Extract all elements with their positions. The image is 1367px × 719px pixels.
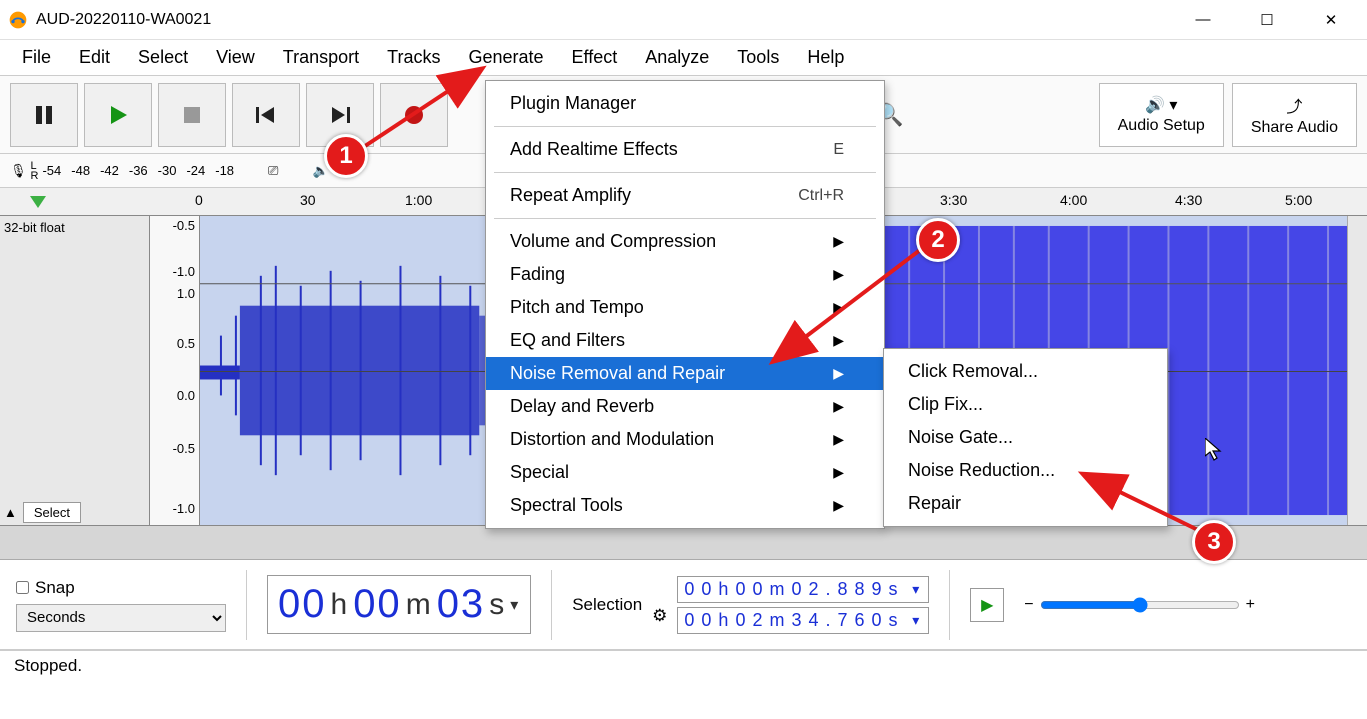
- effect-menu-dropdown: Plugin Manager Add Realtime EffectsE Rep…: [485, 80, 885, 529]
- menu-bar: File Edit Select View Transport Tracks G…: [0, 40, 1367, 76]
- menu-add-realtime[interactable]: Add Realtime EffectsE: [486, 133, 884, 166]
- app-logo-icon: [8, 10, 28, 30]
- menu-file[interactable]: File: [10, 43, 63, 72]
- submenu-repair[interactable]: Repair: [884, 487, 1167, 520]
- title-bar: AUD-20220110-WA0021 — ☐ ✕: [0, 0, 1367, 40]
- vertical-scrollbar[interactable]: [1347, 216, 1367, 525]
- menu-eq-filters[interactable]: EQ and Filters▶: [486, 324, 884, 357]
- share-audio-button[interactable]: ⤴ Share Audio: [1232, 83, 1357, 147]
- amplitude-scale: -0.5 -1.0 1.0 0.5 0.0 -0.5 -1.0: [150, 216, 200, 525]
- minimize-button[interactable]: —: [1183, 11, 1223, 29]
- menu-view[interactable]: View: [204, 43, 267, 72]
- menu-effect[interactable]: Effect: [560, 43, 630, 72]
- track-format: 32-bit float: [4, 220, 145, 235]
- menu-select[interactable]: Select: [126, 43, 200, 72]
- menu-help[interactable]: Help: [795, 43, 856, 72]
- gear-icon[interactable]: ⚙: [652, 606, 667, 626]
- annotation-3: 3: [1192, 520, 1236, 564]
- selection-label: Selection: [572, 595, 642, 615]
- menu-repeat-last[interactable]: Repeat AmplifyCtrl+R: [486, 179, 884, 212]
- menu-delay-reverb[interactable]: Delay and Reverb▶: [486, 390, 884, 423]
- main-time-display[interactable]: 00h00m03s▾: [267, 575, 531, 634]
- status-bar: Stopped.: [0, 650, 1367, 680]
- track-select-button[interactable]: Select: [23, 502, 81, 523]
- menu-tools[interactable]: Tools: [725, 43, 791, 72]
- pause-button[interactable]: [10, 83, 78, 147]
- close-button[interactable]: ✕: [1311, 11, 1351, 29]
- menu-pitch-tempo[interactable]: Pitch and Tempo▶: [486, 291, 884, 324]
- mic-icon[interactable]: 🎙: [10, 163, 27, 179]
- snap-checkbox[interactable]: Snap: [16, 578, 226, 598]
- record-button[interactable]: [380, 83, 448, 147]
- annotation-1: 1: [324, 134, 368, 178]
- menu-noise-removal[interactable]: Noise Removal and Repair▶: [486, 357, 884, 390]
- submenu-click-removal[interactable]: Click Removal...: [884, 355, 1167, 388]
- speaker-icon: 🔊 ▾: [1145, 95, 1177, 115]
- playback-speed-slider[interactable]: −+: [1024, 596, 1255, 614]
- maximize-button[interactable]: ☐: [1247, 11, 1287, 29]
- play-at-speed-button[interactable]: ▶: [970, 588, 1004, 622]
- menu-edit[interactable]: Edit: [67, 43, 122, 72]
- hscroll-area[interactable]: [0, 526, 1367, 560]
- mouse-cursor-icon: [1205, 438, 1225, 468]
- collapse-icon[interactable]: ▲: [4, 505, 17, 520]
- menu-plugin-manager[interactable]: Plugin Manager: [486, 87, 884, 120]
- menu-analyze[interactable]: Analyze: [633, 43, 721, 72]
- selection-start-time[interactable]: 0 0 h 0 0 m 0 2 . 8 8 9 s ▾: [677, 576, 929, 603]
- snap-unit-select[interactable]: Seconds: [16, 604, 226, 632]
- track-control-panel[interactable]: 32-bit float ▲ Select: [0, 216, 150, 525]
- submenu-noise-gate[interactable]: Noise Gate...: [884, 421, 1167, 454]
- menu-transport[interactable]: Transport: [271, 43, 371, 72]
- submenu-clip-fix[interactable]: Clip Fix...: [884, 388, 1167, 421]
- skip-start-button[interactable]: [232, 83, 300, 147]
- rec-meter-icon[interactable]: ⎚: [268, 163, 278, 179]
- menu-volume-compression[interactable]: Volume and Compression▶: [486, 225, 884, 258]
- status-text: Stopped.: [14, 656, 82, 676]
- submenu-noise-reduction[interactable]: Noise Reduction...: [884, 454, 1167, 487]
- menu-tracks[interactable]: Tracks: [375, 43, 452, 72]
- selection-toolbar: Snap Seconds 00h00m03s▾ Selection ⚙ 0 0 …: [0, 560, 1367, 650]
- audio-setup-button[interactable]: 🔊 ▾ Audio Setup: [1099, 83, 1224, 147]
- menu-spectral-tools[interactable]: Spectral Tools▶: [486, 489, 884, 522]
- window-title: AUD-20220110-WA0021: [36, 11, 1183, 29]
- play-button[interactable]: [84, 83, 152, 147]
- menu-special[interactable]: Special▶: [486, 456, 884, 489]
- menu-fading[interactable]: Fading▶: [486, 258, 884, 291]
- stop-button[interactable]: [158, 83, 226, 147]
- selection-end-time[interactable]: 0 0 h 0 2 m 3 4 . 7 6 0 s ▾: [677, 607, 929, 634]
- menu-distortion-mod[interactable]: Distortion and Modulation▶: [486, 423, 884, 456]
- playhead-marker[interactable]: [30, 196, 46, 208]
- noise-removal-submenu: Click Removal... Clip Fix... Noise Gate.…: [883, 348, 1168, 527]
- upload-icon: ⤴: [1286, 93, 1302, 117]
- annotation-2: 2: [916, 218, 960, 262]
- menu-generate[interactable]: Generate: [456, 43, 555, 72]
